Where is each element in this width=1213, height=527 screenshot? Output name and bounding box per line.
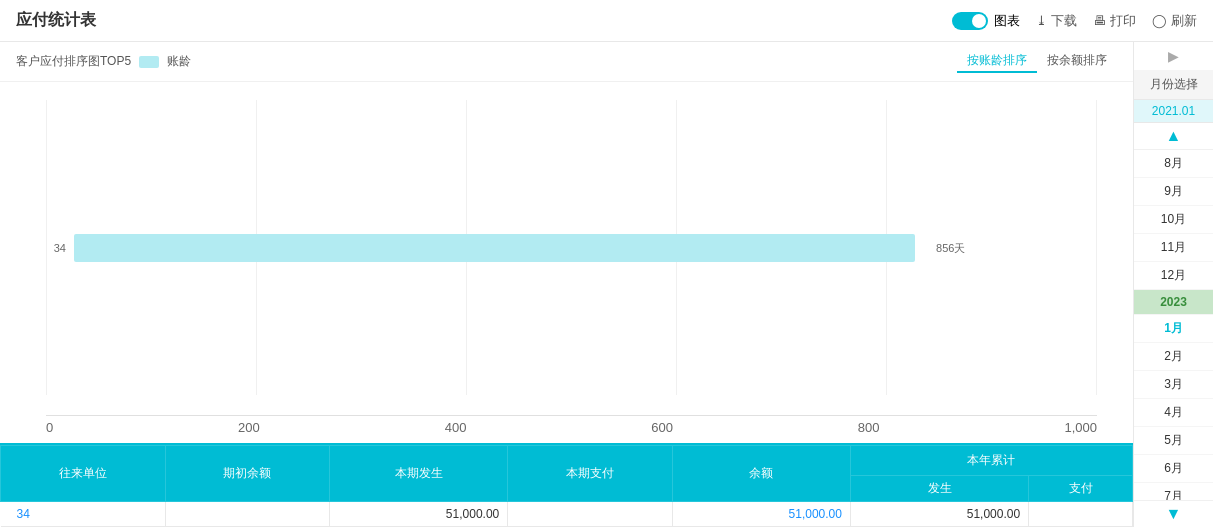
cell-unit[interactable]: 34 bbox=[1, 502, 166, 527]
month-item-8[interactable]: 8月 bbox=[1134, 150, 1213, 178]
chart-toggle-label: 图表 bbox=[994, 12, 1020, 30]
col-header-ytd-occ: 发生 bbox=[850, 476, 1028, 502]
table-section: 往来单位 期初余额 本期发生 本期支付 余额 本年累计 发生 支付 bbox=[0, 443, 1133, 527]
print-label: 打印 bbox=[1110, 12, 1136, 30]
download-icon: ⤓ bbox=[1036, 13, 1047, 28]
bar-y-label-34: 34 bbox=[46, 242, 66, 254]
month-item-1[interactable]: 1月 bbox=[1134, 315, 1213, 343]
toggle-switch[interactable] bbox=[952, 12, 988, 30]
legend-text: 客户应付排序图TOP5 bbox=[16, 53, 131, 70]
chart-header: 客户应付排序图TOP5 账龄 按账龄排序 按余额排序 bbox=[0, 42, 1133, 82]
col-header-unit: 往来单位 bbox=[1, 446, 166, 502]
x-label-600: 600 bbox=[651, 420, 673, 435]
month-item-10[interactable]: 10月 bbox=[1134, 206, 1213, 234]
legend-box-label: 账龄 bbox=[167, 53, 191, 70]
right-sidebar: ▶ 月份选择 2021.01 ▲ 8月 9月 10月 11月 12月 2023 … bbox=[1133, 42, 1213, 527]
sort-by-amount-button[interactable]: 按账龄排序 bbox=[957, 50, 1037, 73]
month-item-3[interactable]: 3月 bbox=[1134, 371, 1213, 399]
table-row: 34 51,000.00 51,000.00 51,000.00 bbox=[1, 502, 1133, 527]
col-header-ytd-group: 本年累计 bbox=[850, 446, 1132, 476]
cell-balance: 51,000.00 bbox=[672, 502, 850, 527]
bar-end-label-34: 856天 bbox=[936, 240, 965, 255]
col-header-opening: 期初余额 bbox=[165, 446, 330, 502]
x-axis: 0 200 400 600 800 1,000 bbox=[46, 415, 1097, 435]
sidebar-nav-up-button[interactable]: ▲ bbox=[1134, 123, 1213, 150]
page-title: 应付统计表 bbox=[16, 10, 96, 31]
x-label-200: 200 bbox=[238, 420, 260, 435]
sidebar-title: 月份选择 bbox=[1134, 70, 1213, 100]
sidebar-nav-down-button[interactable]: ▼ bbox=[1134, 500, 1213, 527]
table-header-row: 往来单位 期初余额 本期发生 本期支付 余额 本年累计 bbox=[1, 446, 1133, 476]
month-item-4[interactable]: 4月 bbox=[1134, 399, 1213, 427]
month-item-11[interactable]: 11月 bbox=[1134, 234, 1213, 262]
print-icon: 🖶 bbox=[1093, 13, 1106, 28]
cell-ytd-pay bbox=[1029, 502, 1133, 527]
sidebar-current-month: 2021.01 bbox=[1134, 100, 1213, 123]
header-actions: 图表 ⤓ 下载 🖶 打印 ◯ 刷新 bbox=[952, 12, 1197, 30]
cell-current-occ: 51,000.00 bbox=[330, 502, 508, 527]
chart-body: 34 856天 0 200 400 600 bbox=[0, 82, 1133, 443]
table-body: 34 51,000.00 51,000.00 51,000.00 bbox=[1, 502, 1133, 527]
grid-line-5 bbox=[1096, 100, 1097, 395]
x-label-400: 400 bbox=[445, 420, 467, 435]
month-item-5[interactable]: 5月 bbox=[1134, 427, 1213, 455]
col-header-balance: 余额 bbox=[672, 446, 850, 502]
x-label-800: 800 bbox=[858, 420, 880, 435]
chart-legend: 客户应付排序图TOP5 账龄 bbox=[16, 53, 191, 70]
month-item-12[interactable]: 12月 bbox=[1134, 262, 1213, 290]
data-table: 往来单位 期初余额 本期发生 本期支付 余额 本年累计 发生 支付 bbox=[0, 445, 1133, 527]
toggle-knob bbox=[972, 14, 986, 28]
month-item-6[interactable]: 6月 bbox=[1134, 455, 1213, 483]
month-item-2[interactable]: 2月 bbox=[1134, 343, 1213, 371]
bar-fill-34: 856天 bbox=[74, 234, 915, 262]
col-header-ytd-pay: 支付 bbox=[1029, 476, 1133, 502]
month-list: 8月 9月 10月 11月 12月 2023 1月 2月 3月 4月 5月 6月… bbox=[1134, 150, 1213, 500]
print-button[interactable]: 🖶 打印 bbox=[1093, 12, 1136, 30]
month-item-9[interactable]: 9月 bbox=[1134, 178, 1213, 206]
col-header-current-pay: 本期支付 bbox=[508, 446, 673, 502]
sidebar-expand-button[interactable]: ▶ bbox=[1134, 42, 1213, 70]
year-marker-2023: 2023 bbox=[1134, 290, 1213, 315]
download-button[interactable]: ⤓ 下载 bbox=[1036, 12, 1077, 30]
table-wrapper: 往来单位 期初余额 本期发生 本期支付 余额 本年累计 发生 支付 bbox=[0, 445, 1133, 527]
chart-sort-buttons: 按账龄排序 按余额排序 bbox=[957, 50, 1117, 73]
cell-current-pay bbox=[508, 502, 673, 527]
refresh-button[interactable]: ◯ 刷新 bbox=[1152, 12, 1197, 30]
month-item-7[interactable]: 7月 bbox=[1134, 483, 1213, 500]
chart-toggle[interactable]: 图表 bbox=[952, 12, 1020, 30]
refresh-label: 刷新 bbox=[1171, 12, 1197, 30]
legend-box bbox=[139, 56, 159, 68]
cell-opening-balance bbox=[165, 502, 330, 527]
refresh-icon: ◯ bbox=[1152, 13, 1167, 28]
col-header-current-occ: 本期发生 bbox=[330, 446, 508, 502]
cell-ytd-occ: 51,000.00 bbox=[850, 502, 1028, 527]
x-label-1000: 1,000 bbox=[1064, 420, 1097, 435]
download-label: 下载 bbox=[1051, 12, 1077, 30]
x-label-0: 0 bbox=[46, 420, 53, 435]
sort-by-balance-button[interactable]: 按余额排序 bbox=[1037, 50, 1117, 73]
chart-inner: 34 856天 0 200 400 600 bbox=[16, 90, 1117, 435]
